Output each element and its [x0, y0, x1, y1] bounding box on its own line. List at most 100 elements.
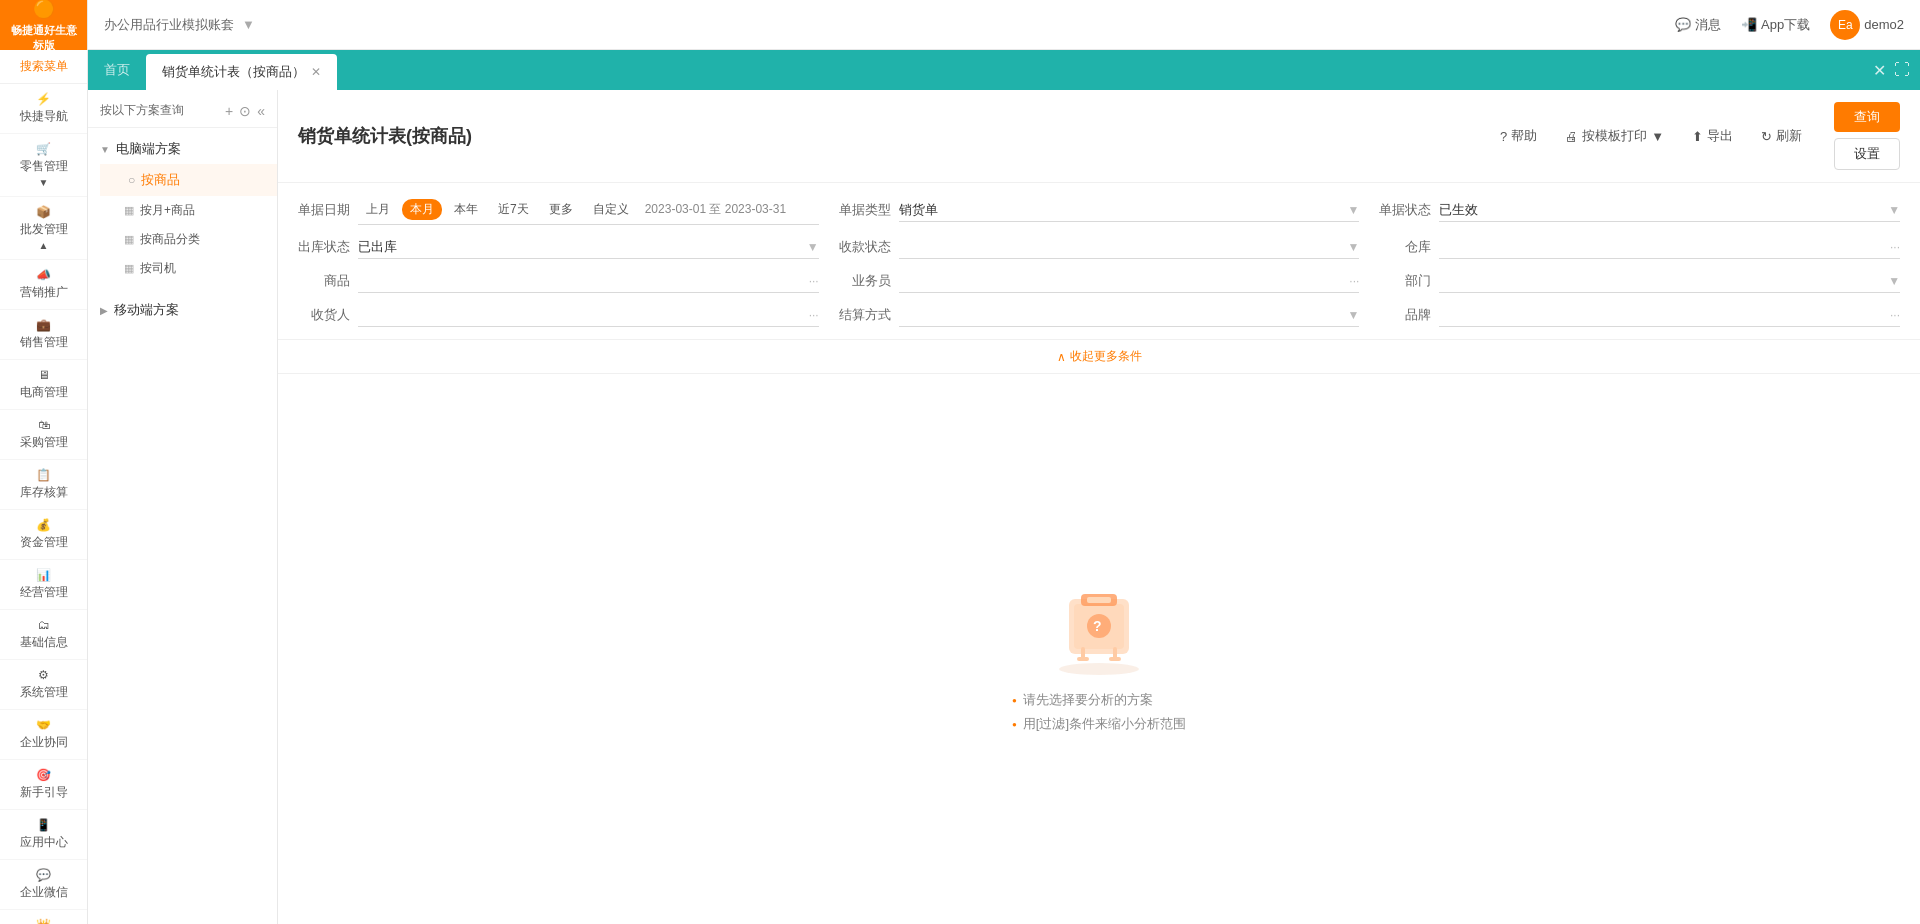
- brand-control[interactable]: ···: [1439, 303, 1900, 327]
- scheme-item-by-product[interactable]: ○ 按商品: [100, 164, 277, 196]
- collapse-panel-icon[interactable]: «: [257, 103, 265, 119]
- collapse-bar[interactable]: ∧ 收起更多条件: [278, 340, 1920, 374]
- stockstatus-control[interactable]: ▼: [358, 235, 819, 259]
- filter-field-paymentstatus: 收款状态 ▼: [839, 235, 1360, 259]
- add-scheme-icon[interactable]: +: [225, 103, 233, 119]
- sidebar-item-newbie[interactable]: 🎯 新手引导: [0, 760, 87, 810]
- tab-report[interactable]: 销货单统计表（按商品） ✕: [146, 54, 337, 90]
- product-input[interactable]: [358, 273, 805, 288]
- message-btn[interactable]: 💬 消息: [1675, 16, 1721, 34]
- paymentmethod-control[interactable]: ▼: [899, 303, 1360, 327]
- paymentstatus-dropdown-icon[interactable]: ▼: [1343, 240, 1359, 254]
- tab-maximize-icon[interactable]: ⛶: [1894, 61, 1910, 79]
- sidebar-item-retail[interactable]: 🛒 零售管理 ▼: [0, 134, 87, 197]
- empty-state: ? 请先选择要分析的方案 用[过滤]条件来缩小分析范围: [278, 374, 1920, 924]
- sidebar-item-system[interactable]: ⚙ 系统管理: [0, 660, 87, 710]
- tab-home[interactable]: 首页: [88, 50, 146, 90]
- stockstatus-dropdown-icon[interactable]: ▼: [803, 240, 819, 254]
- refresh-btn[interactable]: ↻ 刷新: [1753, 123, 1810, 149]
- sidebar-item-sales[interactable]: 💼 销售管理: [0, 310, 87, 360]
- paymentmethod-dropdown-icon[interactable]: ▼: [1343, 308, 1359, 322]
- sidebar-label-ecommerce: 电商管理: [20, 384, 68, 401]
- user-menu[interactable]: Ea demo2: [1830, 10, 1904, 40]
- header-dropdown-icon[interactable]: ▼: [242, 17, 255, 32]
- sidebar-search[interactable]: 搜索菜单: [0, 50, 87, 84]
- sidebar-item-procurement[interactable]: 🛍 采购管理: [0, 410, 87, 460]
- date-btn-this-year[interactable]: 本年: [446, 199, 486, 220]
- nav-icon-ecommerce: 🖥: [38, 368, 50, 382]
- settings-btn[interactable]: 设置: [1834, 138, 1900, 170]
- chevron-up-icon: ▲: [39, 240, 49, 251]
- product-more-icon[interactable]: ···: [805, 274, 819, 288]
- dept-input[interactable]: [1439, 273, 1884, 288]
- paymentmethod-input[interactable]: [899, 307, 1344, 322]
- receiver-input[interactable]: [358, 307, 805, 322]
- sidebar-item-member[interactable]: 👑 畅会员: [0, 910, 87, 924]
- scheme-group-mobile-header[interactable]: ▶ 移动端方案: [88, 295, 277, 325]
- sidebar-item-wholesale[interactable]: 📦 批发管理 ▲: [0, 197, 87, 260]
- sidebar-item-finance[interactable]: 💰 资金管理: [0, 510, 87, 560]
- settings-scheme-icon[interactable]: ⊙: [239, 103, 251, 119]
- help-label: 帮助: [1511, 127, 1537, 145]
- warehouse-control[interactable]: ···: [1439, 235, 1900, 259]
- tab-close-window-icon[interactable]: ✕: [1873, 61, 1886, 80]
- doctype-dropdown-icon[interactable]: ▼: [1343, 203, 1359, 217]
- filter-field-docstatus: 单据状态 ▼: [1379, 198, 1900, 222]
- salesperson-more-icon[interactable]: ···: [1345, 274, 1359, 288]
- receiver-more-icon[interactable]: ···: [805, 308, 819, 322]
- export-icon: ⬆: [1692, 129, 1703, 144]
- empty-text-list: 请先选择要分析的方案 用[过滤]条件来缩小分析范围: [1012, 691, 1186, 739]
- date-btn-last-month[interactable]: 上月: [358, 199, 398, 220]
- warehouse-input[interactable]: [1439, 239, 1886, 254]
- doctype-control[interactable]: ▼: [899, 198, 1360, 222]
- sidebar-item-ecommerce[interactable]: 🖥 电商管理: [0, 360, 87, 410]
- scheme-item-by-category[interactable]: ▦ 按商品分类: [100, 225, 277, 254]
- date-range-display: 2023-03-01 至 2023-03-31: [645, 201, 786, 218]
- date-btn-more[interactable]: 更多: [541, 199, 581, 220]
- warehouse-more-icon[interactable]: ···: [1886, 240, 1900, 254]
- content-area: 按以下方案查询 + ⊙ « ▼ 电脑端方案 ○ 按商品: [88, 90, 1920, 924]
- sidebar-item-basic[interactable]: 🗂 基础信息: [0, 610, 87, 660]
- svg-point-0: [1059, 663, 1139, 675]
- nav-icon-wholesale: 📦: [36, 205, 51, 219]
- sidebar-item-wechat[interactable]: 💬 企业微信: [0, 860, 87, 910]
- doctype-input[interactable]: [899, 202, 1344, 217]
- filter-row-1: 单据日期 上月 本月 本年 近7天 更多 自定义 2023-03-01 至 20…: [298, 195, 1900, 225]
- salesperson-control[interactable]: ···: [899, 269, 1360, 293]
- query-btn[interactable]: 查询: [1834, 102, 1900, 132]
- sidebar-label-finance: 资金管理: [20, 534, 68, 551]
- print-btn[interactable]: 🖨 按模板打印 ▼: [1557, 123, 1672, 149]
- export-btn[interactable]: ⬆ 导出: [1684, 123, 1741, 149]
- product-control[interactable]: ···: [358, 269, 819, 293]
- date-btn-custom[interactable]: 自定义: [585, 199, 637, 220]
- sidebar-item-inventory[interactable]: 📋 库存核算: [0, 460, 87, 510]
- sidebar-item-quicknav[interactable]: ⚡ 快捷导航: [0, 84, 87, 134]
- salesperson-input[interactable]: [899, 273, 1346, 288]
- sidebar-label-enterprise: 企业协同: [20, 734, 68, 751]
- receiver-control[interactable]: ···: [358, 303, 819, 327]
- scheme-item-by-cashier[interactable]: ▦ 按司机: [100, 254, 277, 283]
- docstatus-control[interactable]: ▼: [1439, 198, 1900, 222]
- docstatus-input[interactable]: [1439, 202, 1884, 217]
- brand-more-icon[interactable]: ···: [1886, 308, 1900, 322]
- sidebar-item-marketing[interactable]: 📣 营销推广: [0, 260, 87, 310]
- paymentstatus-input[interactable]: [899, 239, 1344, 254]
- app-download-btn[interactable]: 📲 App下载: [1741, 16, 1810, 34]
- dept-control[interactable]: ▼: [1439, 269, 1900, 293]
- sidebar-item-enterprise[interactable]: 🤝 企业协同: [0, 710, 87, 760]
- date-btn-7days[interactable]: 近7天: [490, 199, 537, 220]
- dept-dropdown-icon[interactable]: ▼: [1884, 274, 1900, 288]
- sidebar-item-appcenter[interactable]: 📱 应用中心: [0, 810, 87, 860]
- docstatus-dropdown-icon[interactable]: ▼: [1884, 203, 1900, 217]
- help-btn[interactable]: ? 帮助: [1492, 123, 1545, 149]
- scheme-item-by-month-product[interactable]: ▦ 按月+商品: [100, 196, 277, 225]
- stockstatus-input[interactable]: [358, 239, 803, 254]
- tab-close-icon[interactable]: ✕: [311, 65, 321, 79]
- scheme-icon-cashier: ▦: [124, 262, 134, 275]
- paymentstatus-control[interactable]: ▼: [899, 235, 1360, 259]
- sidebar-item-operations[interactable]: 📊 经营管理: [0, 560, 87, 610]
- sidebar-label-newbie: 新手引导: [20, 784, 68, 801]
- brand-input[interactable]: [1439, 307, 1886, 322]
- date-btn-this-month[interactable]: 本月: [402, 199, 442, 220]
- scheme-group-pc-header[interactable]: ▼ 电脑端方案: [88, 134, 277, 164]
